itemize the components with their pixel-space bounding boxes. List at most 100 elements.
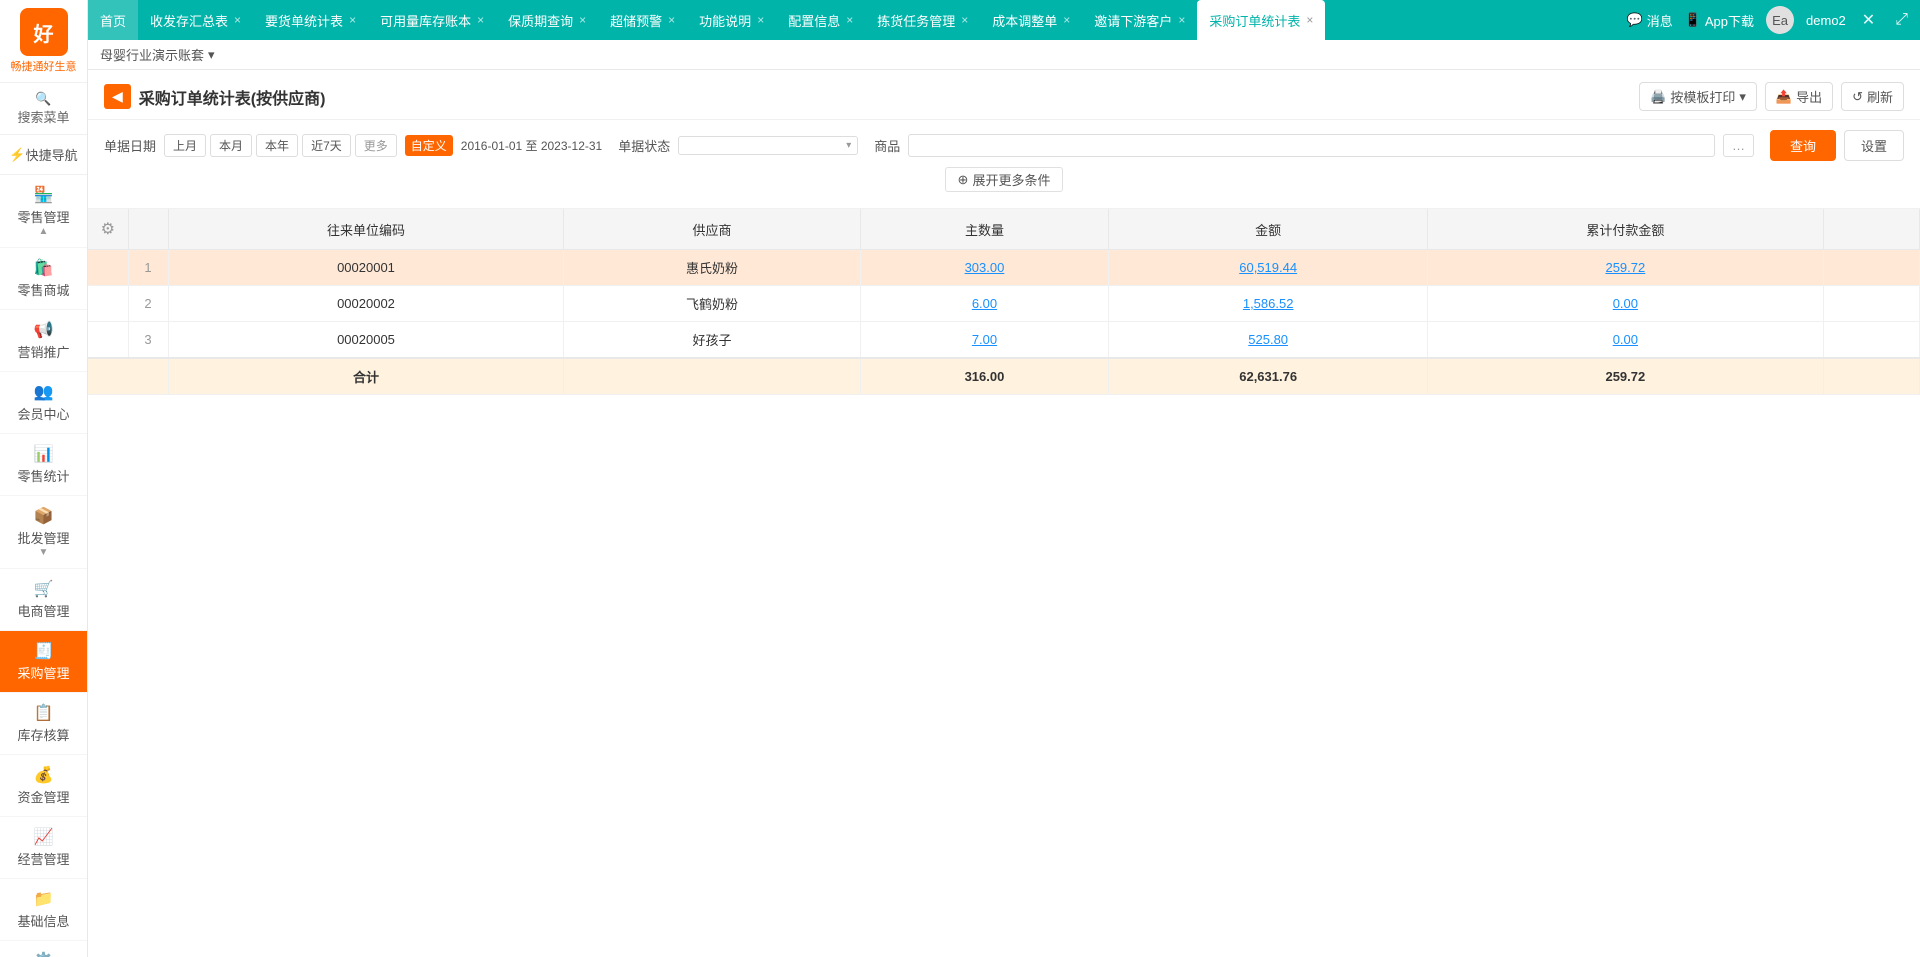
tab-purchase-stats[interactable]: 要货单统计表 × — [253, 0, 368, 40]
user-name[interactable]: demo2 — [1806, 13, 1846, 28]
row2-checkbox[interactable] — [88, 286, 128, 322]
goods-more-btn[interactable]: … — [1723, 134, 1754, 157]
refresh-button[interactable]: ↺ 刷新 — [1841, 82, 1904, 111]
company-dropdown-icon: ▾ — [208, 47, 215, 63]
row3-amount[interactable]: 525.80 — [1109, 322, 1427, 359]
tab-pickup-task-close[interactable]: × — [961, 13, 968, 27]
sidebar: 好 畅捷通好生意 🔍 搜索菜单 ⚡ 快捷导航 🏪 零售管理 ▲ 🛍️ 零售商城 … — [0, 0, 88, 957]
member-icon: 👥 — [34, 382, 54, 402]
sidebar-item-retail-store[interactable]: 🛍️ 零售商城 — [0, 248, 87, 310]
tab-invite-downstream-close[interactable]: × — [1178, 13, 1185, 27]
export-button[interactable]: 📤 导出 — [1765, 82, 1833, 111]
tab-expiry-query-close[interactable]: × — [579, 13, 586, 27]
tab-overstock-warning[interactable]: 超储预警 × — [598, 0, 687, 40]
row3-index: 3 — [128, 322, 168, 359]
sidebar-item-retail[interactable]: 🏪 零售管理 ▲ — [0, 175, 87, 248]
settings-button[interactable]: 设置 — [1844, 130, 1904, 161]
tab-overstock-warning-close[interactable]: × — [668, 13, 675, 27]
tab-collect-pay[interactable]: 收发存汇总表 × — [138, 0, 253, 40]
tab-purchase-order-stats-close[interactable]: × — [1306, 13, 1313, 27]
goods-input[interactable] — [908, 134, 1715, 157]
tab-purchase-stats-label: 要货单统计表 — [265, 11, 343, 30]
sidebar-item-purchase[interactable]: 🧾 采购管理 — [0, 631, 87, 693]
tab-purchase-order-stats[interactable]: 采购订单统计表 × — [1197, 0, 1325, 40]
row2-quantity[interactable]: 6.00 — [860, 286, 1109, 322]
tab-pickup-task-label: 拣货任务管理 — [877, 11, 955, 30]
nav-maximize[interactable]: ⤢ — [1891, 9, 1912, 31]
expand-filter-btn[interactable]: ⊕ 展开更多条件 — [945, 167, 1064, 192]
row3-quantity[interactable]: 7.00 — [860, 322, 1109, 359]
tab-purchase-stats-close[interactable]: × — [349, 13, 356, 27]
date-btn-this-year[interactable]: 本年 — [256, 134, 298, 157]
print-button[interactable]: 🖨️ 按模板打印 ▾ — [1639, 82, 1757, 111]
content-area: ◀ 采购订单统计表(按供应商) 🖨️ 按模板打印 ▾ 📤 导出 ↺ 刷新 — [88, 70, 1920, 957]
sidebar-item-basic-info[interactable]: 📁 基础信息 — [0, 879, 87, 941]
sidebar-item-sys-mgmt[interactable]: ⚙️ 系统管理 — [0, 941, 87, 957]
message-action[interactable]: 💬 消息 — [1627, 11, 1673, 30]
tab-config-info-label: 配置信息 — [788, 11, 840, 30]
company-selector[interactable]: 母婴行业演示账套 ▾ — [100, 45, 215, 64]
tab-func-desc-close[interactable]: × — [757, 13, 764, 27]
tab-expiry-query[interactable]: 保质期查询 × — [496, 0, 598, 40]
sidebar-item-quick-nav[interactable]: ⚡ 快捷导航 — [0, 139, 87, 170]
row3-paid[interactable]: 0.00 — [1427, 322, 1823, 359]
tab-invite-downstream[interactable]: 邀请下游客户 × — [1082, 0, 1197, 40]
sidebar-item-member[interactable]: 👥 会员中心 — [0, 372, 87, 434]
sidebar-item-finance[interactable]: 💰 资金管理 — [0, 755, 87, 817]
tab-collect-pay-close[interactable]: × — [234, 13, 241, 27]
app-download-action[interactable]: 📱 App下载 — [1685, 11, 1754, 30]
print-label: 按模板打印 — [1670, 87, 1735, 106]
date-btn-this-month[interactable]: 本月 — [210, 134, 252, 157]
summary-label: 合计 — [168, 358, 564, 395]
sidebar-item-operations[interactable]: 📈 经营管理 — [0, 817, 87, 879]
query-button[interactable]: 查询 — [1770, 130, 1836, 161]
settings-col-icon[interactable]: ⚙ — [101, 221, 115, 238]
table-row[interactable]: 3 00020005 好孩子 7.00 525.80 0.00 — [88, 322, 1920, 359]
tab-config-info[interactable]: 配置信息 × — [776, 0, 865, 40]
sidebar-menu: 🏪 零售管理 ▲ 🛍️ 零售商城 📢 营销推广 👥 会员中心 📊 零售统计 📦 … — [0, 175, 87, 957]
status-select[interactable]: ▾ — [678, 136, 858, 155]
table-header-row: ⚙ 往来单位编码 供应商 主数量 金额 累计付款金额 — [88, 209, 1920, 250]
page-actions: 🖨️ 按模板打印 ▾ 📤 导出 ↺ 刷新 — [1639, 82, 1904, 111]
row1-quantity[interactable]: 303.00 — [860, 250, 1109, 286]
col-settings[interactable]: ⚙ — [88, 209, 128, 250]
status-label: 单据状态 — [618, 136, 670, 155]
col-amount: 金额 — [1109, 209, 1427, 250]
table-row[interactable]: 2 00020002 飞鹤奶粉 6.00 1,586.52 0.00 — [88, 286, 1920, 322]
tab-available-stock-close[interactable]: × — [477, 13, 484, 27]
tab-pickup-task[interactable]: 拣货任务管理 × — [865, 0, 980, 40]
table-row[interactable]: 1 00020001 惠氏奶粉 303.00 60,519.44 259.72 — [88, 250, 1920, 286]
tab-config-info-close[interactable]: × — [846, 13, 853, 27]
date-btn-more[interactable]: 更多 — [355, 134, 397, 157]
tab-available-stock[interactable]: 可用量库存账本 × — [368, 0, 496, 40]
tab-func-desc-label: 功能说明 — [699, 11, 751, 30]
summary-quantity: 316.00 — [860, 358, 1109, 395]
logo-icon: 好 — [20, 8, 68, 56]
sidebar-item-wholesale[interactable]: 📦 批发管理 ▼ — [0, 496, 87, 569]
row2-paid[interactable]: 0.00 — [1427, 286, 1823, 322]
date-btn-last-month[interactable]: 上月 — [164, 134, 206, 157]
tab-cost-adjust-close[interactable]: × — [1063, 13, 1070, 27]
tab-home[interactable]: 首页 — [88, 0, 138, 40]
table-footer: 合计 316.00 62,631.76 259.72 — [88, 358, 1920, 395]
filter-actions: 查询 设置 — [1770, 130, 1904, 161]
row2-amount[interactable]: 1,586.52 — [1109, 286, 1427, 322]
user-avatar[interactable]: Ea — [1766, 6, 1794, 34]
row1-amount[interactable]: 60,519.44 — [1109, 250, 1427, 286]
nav-close-all[interactable]: ✕ — [1858, 8, 1879, 32]
sidebar-item-ecommerce[interactable]: 🛒 电商管理 — [0, 569, 87, 631]
collapse-sidebar-btn[interactable]: ◀ — [104, 84, 131, 109]
sidebar-item-inventory[interactable]: 📋 库存核算 — [0, 693, 87, 755]
date-btn-7days[interactable]: 近7天 — [302, 134, 351, 157]
sidebar-item-retail-stats[interactable]: 📊 零售统计 — [0, 434, 87, 496]
quick-nav-label: 快捷导航 — [26, 145, 78, 164]
row3-checkbox[interactable] — [88, 322, 128, 359]
row1-paid[interactable]: 259.72 — [1427, 250, 1823, 286]
tab-cost-adjust[interactable]: 成本调整单 × — [980, 0, 1082, 40]
summary-supplier-empty — [564, 358, 860, 395]
search-icon: 🔍 — [35, 91, 51, 107]
sidebar-item-marketing[interactable]: 📢 营销推广 — [0, 310, 87, 372]
search-menu[interactable]: 🔍 搜索菜单 — [0, 83, 87, 135]
row1-checkbox[interactable] — [88, 250, 128, 286]
tab-func-desc[interactable]: 功能说明 × — [687, 0, 776, 40]
